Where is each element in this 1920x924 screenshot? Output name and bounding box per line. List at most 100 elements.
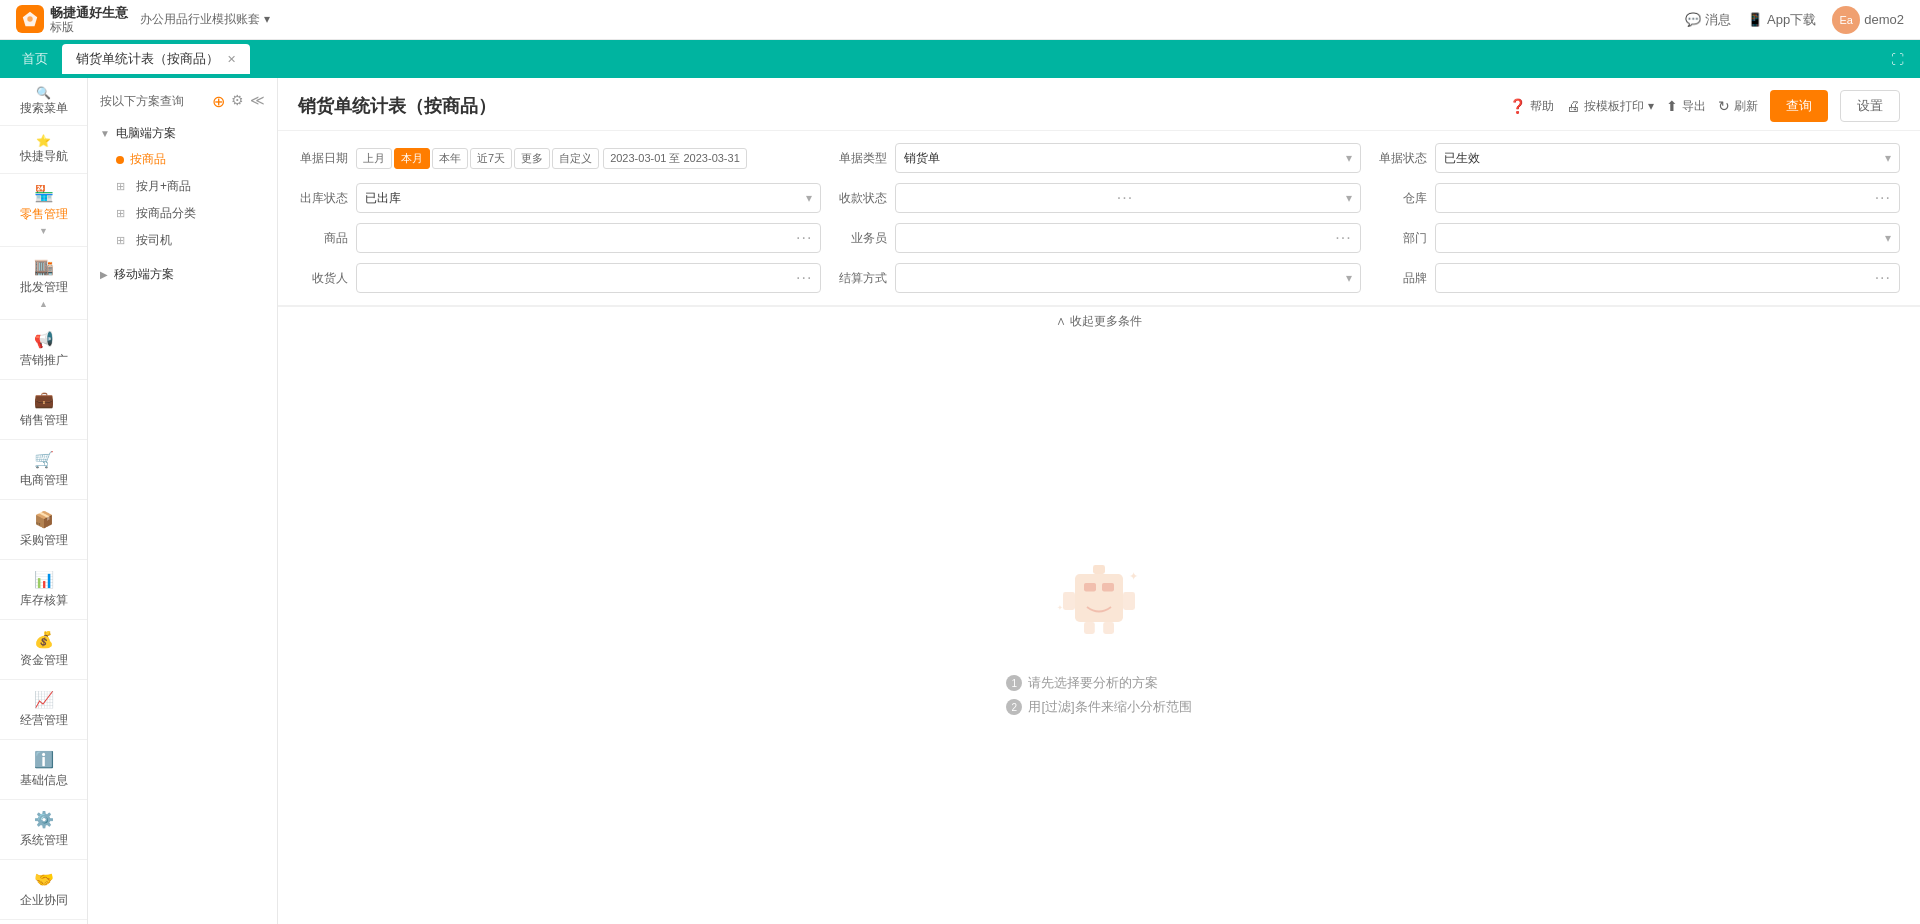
date-tabs: 上月 本月 本年 近7天 更多 自定义	[356, 148, 599, 169]
sidebar-item-purchase[interactable]: 📦 采购管理	[0, 500, 87, 560]
app-download-btn[interactable]: 📱 App下载	[1747, 11, 1816, 29]
empty-tips: 1 请先选择要分析的方案 2 用[过滤]条件来缩小分析范围	[1006, 674, 1191, 722]
tab-home[interactable]: 首页	[8, 44, 62, 74]
filter-product: 商品 ···	[298, 223, 821, 253]
tab-close-icon[interactable]: ✕	[227, 53, 236, 66]
doc-status-control[interactable]: 已生效 ▾	[1435, 143, 1900, 173]
add-scheme-btn[interactable]: ⊕	[212, 92, 225, 111]
doc-status-label: 单据状态	[1377, 150, 1427, 167]
scheme-grid-icon-1: ⊞	[116, 180, 130, 194]
tab-maximize-icon[interactable]: ⛶	[1891, 52, 1904, 67]
workspace-selector[interactable]: 办公用品行业模拟账套 ▾	[140, 11, 270, 28]
logo-icon	[16, 5, 44, 33]
scheme-group-mobile-header[interactable]: ▶ 移动端方案	[88, 262, 277, 287]
download-icon: 📱	[1747, 12, 1763, 27]
salesperson-control[interactable]: ···	[895, 223, 1360, 253]
sidebar-item-finance[interactable]: 💰 资金管理	[0, 620, 87, 680]
page-title-bar: 销货单统计表（按商品） ❓ 帮助 🖨 按模板打印 ▾ ⬆ 导出	[278, 78, 1920, 131]
export-btn[interactable]: ⬆ 导出	[1666, 98, 1706, 115]
brand-control[interactable]: ···	[1435, 263, 1900, 293]
header-right: 💬 消息 📱 App下载 Ea demo2	[1685, 6, 1904, 34]
messages-btn[interactable]: 💬 消息	[1685, 11, 1731, 29]
finance-icon: 💰	[34, 630, 54, 649]
empty-tip-2: 2 用[过滤]条件来缩小分析范围	[1006, 698, 1191, 716]
collapse-filters-btn[interactable]: ∧ 收起更多条件	[278, 306, 1920, 336]
date-range-display[interactable]: 2023-03-01 至 2023-03-31	[603, 148, 747, 169]
query-button[interactable]: 查询	[1770, 90, 1828, 122]
sidebar-item-operations[interactable]: 📈 经营管理	[0, 680, 87, 740]
sidebar-item-marketing[interactable]: 📢 营销推广	[0, 320, 87, 380]
date-tab-custom[interactable]: 自定义	[552, 148, 599, 169]
date-tab-more[interactable]: 更多	[514, 148, 550, 169]
scheme-item-by-product[interactable]: 按商品	[88, 146, 277, 173]
wholesale-arrow: ▲	[39, 299, 48, 309]
sidebar-item-enterprise[interactable]: 🤝 企业协同	[0, 860, 87, 920]
sidebar-item-sales[interactable]: 💼 销售管理	[0, 380, 87, 440]
sidebar-item-inventory[interactable]: 📊 库存核算	[0, 560, 87, 620]
scheme-group-desktop-header[interactable]: ▼ 电脑端方案	[88, 121, 277, 146]
sidebar-quick-nav[interactable]: ⭐ 快捷导航	[0, 126, 87, 174]
date-tab-this-year[interactable]: 本年	[432, 148, 468, 169]
filter-out-status: 出库状态 已出库 ▾	[298, 183, 821, 213]
main-layout: 🔍 搜索菜单 ⭐ 快捷导航 🏪 零售管理 ▼ 🏬 批发管理 ▲ 📢 营销推广 💼…	[0, 78, 1920, 924]
receipt-status-dots-icon: ···	[1117, 189, 1133, 207]
content-area: 按以下方案查询 ⊕ ⚙ ≪ ▼ 电脑端方案 按商品 ⊞ 按月+	[88, 78, 1920, 924]
help-btn[interactable]: ❓ 帮助	[1509, 98, 1554, 115]
main-panel: 销货单统计表（按商品） ❓ 帮助 🖨 按模板打印 ▾ ⬆ 导出	[278, 78, 1920, 924]
set-button[interactable]: 设置	[1840, 90, 1900, 122]
sidebar-item-wholesale[interactable]: 🏬 批发管理 ▲	[0, 247, 87, 320]
enterprise-icon: 🤝	[34, 870, 54, 889]
purchase-icon: 📦	[34, 510, 54, 529]
svg-rect-1	[1075, 574, 1123, 622]
workspace-label: 办公用品行业模拟账套	[140, 11, 260, 28]
scheme-grid-icon-3: ⊞	[116, 234, 130, 248]
settings-scheme-btn[interactable]: ⚙	[231, 92, 244, 111]
receipt-status-control[interactable]: ··· ▾	[895, 183, 1360, 213]
sidebar-item-retail[interactable]: 🏪 零售管理 ▼	[0, 174, 87, 247]
username-label: demo2	[1864, 12, 1904, 27]
date-tab-this-month[interactable]: 本月	[394, 148, 430, 169]
filter-dept: 部门 ▾	[1377, 223, 1900, 253]
payment-method-control[interactable]: ▾	[895, 263, 1360, 293]
scheme-item-by-category[interactable]: ⊞ 按商品分类	[88, 200, 277, 227]
sidebar-search[interactable]: 🔍 搜索菜单	[0, 78, 87, 126]
scheme-item-by-driver[interactable]: ⊞ 按司机	[88, 227, 277, 254]
refresh-btn[interactable]: ↻ 刷新	[1718, 98, 1758, 115]
inventory-icon: 📊	[34, 570, 54, 589]
svg-text:✦: ✦	[1057, 603, 1063, 612]
tab-sales-stat[interactable]: 销货单统计表（按商品） ✕	[62, 44, 250, 74]
salesperson-label: 业务员	[837, 230, 887, 247]
filter-row-3: 商品 ··· 业务员 ··· 部门	[298, 223, 1900, 253]
tab-bar: 首页 销货单统计表（按商品） ✕ ⛶	[0, 40, 1920, 78]
dept-control[interactable]: ▾	[1435, 223, 1900, 253]
warehouse-control[interactable]: ···	[1435, 183, 1900, 213]
product-control[interactable]: ···	[356, 223, 821, 253]
sidebar-item-system[interactable]: ⚙️ 系统管理	[0, 800, 87, 860]
svg-rect-5	[1063, 592, 1075, 610]
warehouse-label: 仓库	[1377, 190, 1427, 207]
out-status-control[interactable]: 已出库 ▾	[356, 183, 821, 213]
sidebar-item-basic[interactable]: ℹ️ 基础信息	[0, 740, 87, 800]
payment-method-arrow-icon: ▾	[1346, 271, 1352, 285]
sidebar-item-guide[interactable]: 🎯 新手引导	[0, 920, 87, 924]
svg-rect-7	[1084, 622, 1095, 634]
product-dots-icon: ···	[796, 229, 812, 247]
logo-area: 畅捷通好生意 标版	[16, 5, 128, 35]
date-tab-last-month[interactable]: 上月	[356, 148, 392, 169]
date-tab-7days[interactable]: 近7天	[470, 148, 512, 169]
collapse-panel-btn[interactable]: ≪	[250, 92, 265, 111]
out-status-arrow-icon: ▾	[806, 191, 812, 205]
template-print-btn[interactable]: 🖨 按模板打印 ▾	[1566, 98, 1654, 115]
doc-status-arrow-icon: ▾	[1885, 151, 1891, 165]
sidebar-item-ecommerce[interactable]: 🛒 电商管理	[0, 440, 87, 500]
scheme-item-by-month-product[interactable]: ⊞ 按月+商品	[88, 173, 277, 200]
doc-type-control[interactable]: 销货单 ▾	[895, 143, 1360, 173]
filter-area: 单据日期 上月 本月 本年 近7天 更多 自定义 2023-03-01 至 20…	[278, 131, 1920, 306]
empty-illustration: ✦ ✦	[1039, 538, 1159, 658]
recipient-control[interactable]: ···	[356, 263, 821, 293]
group-collapse-icon: ▶	[100, 269, 108, 280]
warehouse-dots-icon: ···	[1875, 189, 1891, 207]
dept-arrow-icon: ▾	[1885, 231, 1891, 245]
user-area[interactable]: Ea demo2	[1832, 6, 1904, 34]
filter-salesperson: 业务员 ···	[837, 223, 1360, 253]
